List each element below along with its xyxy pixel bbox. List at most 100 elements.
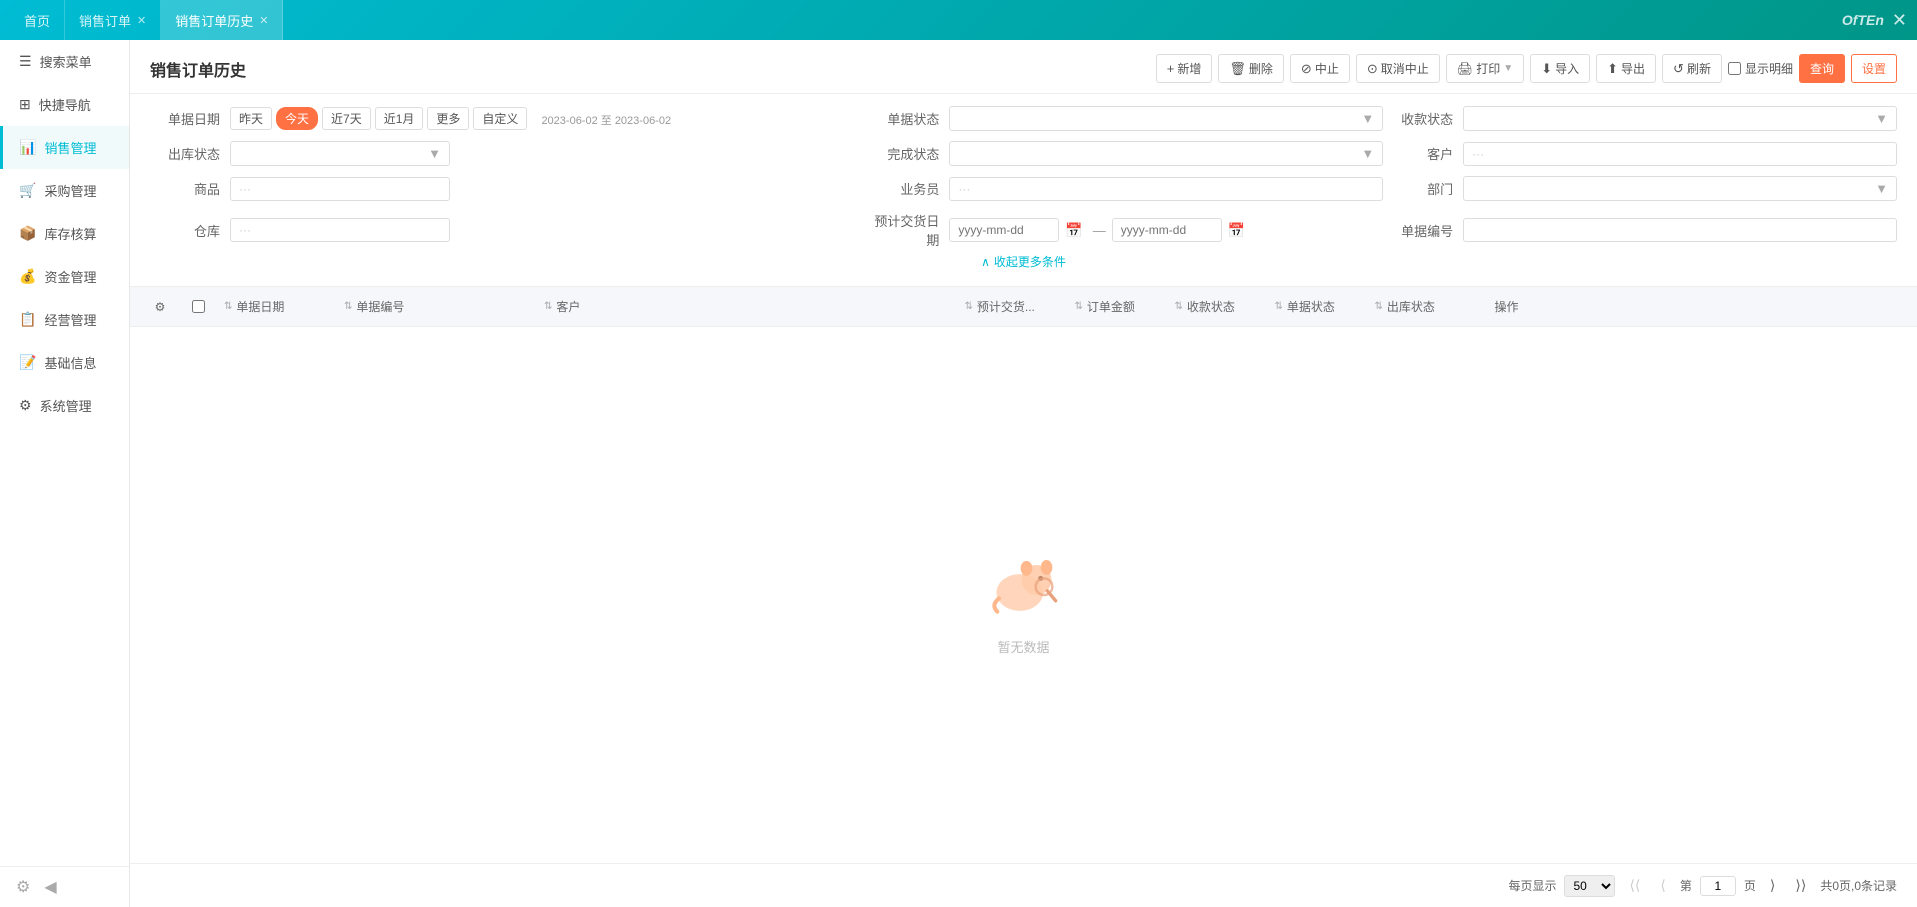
doc-no-section: 单据编号	[1383, 218, 1897, 242]
th-delivery[interactable]: ⇅ 预计交货...	[957, 298, 1067, 315]
th-doc-no-label: 单据编号	[356, 298, 404, 315]
doc-no-input[interactable]	[1463, 218, 1897, 242]
sidebar-item-basic-info-label: 基础信息	[44, 353, 96, 372]
table-footer: 每页显示 10 20 50 100 ⟨⟨ ⟨ 第 页 ⟩ ⟩⟩ 共0页,0条记录	[130, 863, 1917, 907]
sidebar-item-search-menu[interactable]: ☰ 搜索菜单	[0, 40, 129, 83]
delete-button[interactable]: 🗑 删除	[1218, 54, 1284, 83]
delete-icon: 🗑	[1229, 61, 1246, 77]
calendar-start-icon[interactable]: 📅	[1065, 222, 1082, 239]
th-doc-status[interactable]: ⇅ 单据状态	[1267, 298, 1367, 315]
th-warehouse-status[interactable]: ⇅ 出库状态	[1367, 298, 1487, 315]
th-amount-label: 订单金额	[1087, 298, 1135, 315]
sidebar-item-sys-mgmt[interactable]: ⚙ 系统管理	[0, 384, 129, 427]
th-doc-no[interactable]: ⇅ 单据编号	[336, 298, 536, 315]
customer-label: 客户	[1383, 144, 1463, 163]
sidebar-collapse-icon[interactable]: ◀	[44, 877, 56, 897]
page-size-select[interactable]: 10 20 50 100	[1564, 875, 1615, 897]
page-number-input[interactable]	[1700, 876, 1736, 896]
filter-row-4: 仓库 ··· 预计交货日期 📅 — 📅 单据编号	[150, 211, 1897, 249]
doc-status-select[interactable]: ▼	[949, 106, 1383, 131]
customer-section: 客户 ···	[1383, 142, 1897, 166]
date-btn-today[interactable]: 今天	[276, 107, 318, 130]
th-checkbox[interactable]	[180, 300, 216, 313]
basic-info-icon: 📝	[19, 354, 36, 371]
customer-input[interactable]: ···	[1463, 142, 1897, 166]
main-layout: ☰ 搜索菜单 ⊞ 快捷导航 📊 销售管理 🛒 采购管理 📦 库存核算 💰 资金管…	[0, 40, 1917, 907]
warehouse-status-section: 出库状态 ▼	[150, 141, 869, 166]
tab-home[interactable]: 首页	[10, 0, 65, 40]
refresh-button[interactable]: ↺ 刷新	[1662, 54, 1722, 83]
th-doc-date[interactable]: ⇅ 单据日期	[216, 298, 336, 315]
date-btn-7days[interactable]: 近7天	[322, 107, 371, 130]
calendar-end-icon[interactable]: 📅	[1228, 222, 1245, 239]
date-btn-1month[interactable]: 近1月	[375, 107, 424, 130]
select-all-checkbox[interactable]	[192, 300, 205, 313]
complete-status-select[interactable]: ▼	[949, 141, 1383, 166]
date-btn-custom[interactable]: 自定义	[473, 107, 527, 130]
display-toggle-label: 显示明细	[1745, 60, 1793, 77]
filter-row-1: 单据日期 昨天 今天 近7天 近1月 更多 自定义 2023-06-02 至 2…	[150, 106, 1897, 131]
page-first-btn[interactable]: ⟨⟨	[1623, 875, 1646, 896]
sidebar-item-inventory[interactable]: 📦 库存核算	[0, 212, 129, 255]
page-prev-btn[interactable]: ⟨	[1654, 875, 1671, 896]
import-button[interactable]: ⬇ 导入	[1530, 54, 1590, 83]
doc-status-label: 单据状态	[869, 109, 949, 128]
doc-no-label: 单据编号	[1383, 221, 1463, 240]
th-customer[interactable]: ⇅ 客户	[536, 298, 957, 315]
purchase-mgmt-icon: 🛒	[19, 182, 36, 199]
delivery-date-section: 预计交货日期 📅 — 📅	[869, 211, 1383, 249]
dept-label: 部门	[1383, 179, 1463, 198]
collapse-row[interactable]: ∧ 收起更多条件	[150, 249, 1897, 274]
sidebar-item-capital-mgmt[interactable]: 💰 资金管理	[0, 255, 129, 298]
cancel-stop-button[interactable]: ⊙ 取消中止	[1356, 54, 1440, 83]
sidebar-item-sales-mgmt[interactable]: 📊 销售管理	[0, 126, 129, 169]
th-doc-status-label: 单据状态	[1287, 298, 1335, 315]
window-close-btn[interactable]: ✕	[1892, 10, 1907, 31]
warehouse-input[interactable]: ···	[230, 218, 450, 242]
ops-mgmt-icon: 📋	[19, 311, 36, 328]
warehouse-status-select[interactable]: ▼	[230, 141, 450, 166]
sidebar-item-purchase-mgmt[interactable]: 🛒 采购管理	[0, 169, 129, 212]
th-amount[interactable]: ⇅ 订单金额	[1067, 298, 1167, 315]
tab-sales-order-history[interactable]: 销售订单历史 ✕	[161, 0, 283, 40]
sidebar-item-basic-info[interactable]: 📝 基础信息	[0, 341, 129, 384]
sort-icon-5: ⇅	[1075, 301, 1083, 312]
date-btn-yesterday[interactable]: 昨天	[230, 107, 272, 130]
tab-sales-order-close[interactable]: ✕	[137, 14, 146, 27]
sidebar-settings-icon[interactable]: ⚙	[16, 877, 30, 897]
print-button[interactable]: 🖨 打印 ▼	[1446, 54, 1524, 83]
page-last-btn[interactable]: ⟩⟩	[1789, 875, 1812, 896]
th-settings[interactable]: ⚙	[140, 300, 180, 314]
sidebar-item-ops-mgmt[interactable]: 📋 经营管理	[0, 298, 129, 341]
export-button[interactable]: ⬆ 导出	[1596, 54, 1656, 83]
sort-icon-8: ⇅	[1375, 301, 1383, 312]
receipt-status-select[interactable]: ▼	[1463, 106, 1897, 131]
salesperson-input[interactable]: ···	[949, 177, 1383, 201]
page-label: 第	[1680, 877, 1692, 894]
settings-button[interactable]: 设置	[1851, 54, 1897, 83]
delivery-date-end[interactable]	[1112, 218, 1222, 242]
toolbar: + 新增 🗑 删除 ⊘ 中止 ⊙ 取消中止 🖨 打印	[1156, 54, 1897, 83]
date-btn-more[interactable]: 更多	[427, 107, 469, 130]
stop-button[interactable]: ⊘ 中止	[1290, 54, 1350, 83]
date-shortcuts: 昨天 今天 近7天 近1月 更多 自定义	[230, 107, 527, 130]
new-button[interactable]: + 新增	[1156, 54, 1213, 83]
total-label: 共0页,0条记录	[1820, 877, 1897, 894]
tab-sales-order[interactable]: 销售订单 ✕	[65, 0, 161, 40]
page-next-btn[interactable]: ⟩	[1764, 875, 1781, 896]
th-delivery-label: 预计交货...	[977, 298, 1035, 315]
filter-area: 单据日期 昨天 今天 近7天 近1月 更多 自定义 2023-06-02 至 2…	[130, 94, 1917, 287]
th-action: 操作	[1487, 298, 1908, 315]
query-button[interactable]: 查询	[1799, 54, 1845, 83]
table-header: ⚙ ⇅ 单据日期 ⇅ 单据编号 ⇅ 客户 ⇅	[130, 287, 1917, 327]
delivery-date-start[interactable]	[949, 218, 1059, 242]
tab-sales-order-history-close[interactable]: ✕	[259, 14, 268, 27]
sidebar-item-quick-nav-label: 快捷导航	[39, 95, 91, 114]
sidebar-item-quick-nav[interactable]: ⊞ 快捷导航	[0, 83, 129, 126]
page-size-label: 每页显示	[1508, 877, 1556, 894]
th-receipt-status[interactable]: ⇅ 收款状态	[1167, 298, 1267, 315]
th-customer-label: 客户	[556, 298, 580, 315]
display-toggle-checkbox[interactable]	[1728, 62, 1741, 75]
dept-select[interactable]: ▼	[1463, 176, 1897, 201]
goods-input[interactable]: ···	[230, 177, 450, 201]
